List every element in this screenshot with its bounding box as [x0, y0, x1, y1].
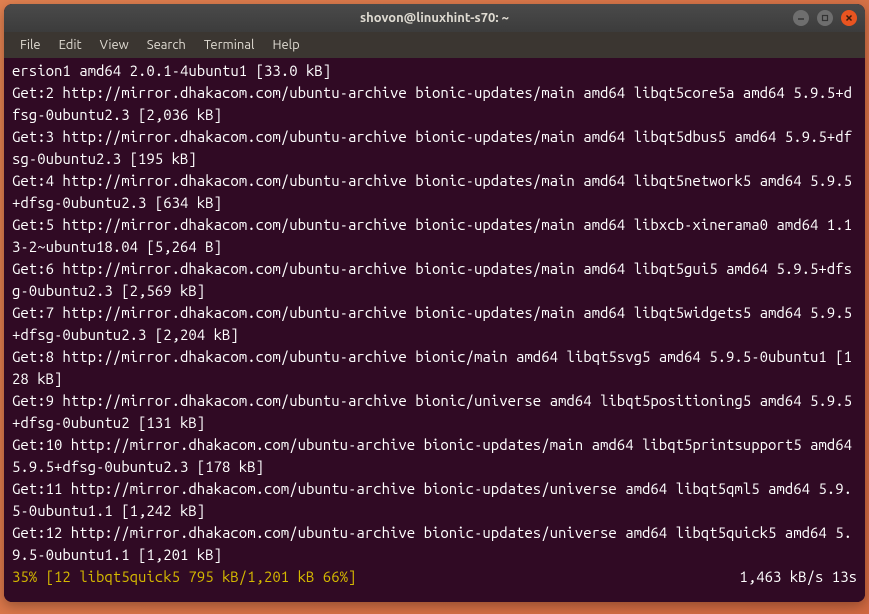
- menubar: File Edit View Search Terminal Help: [4, 32, 865, 58]
- menu-file[interactable]: File: [12, 34, 49, 56]
- window-controls: [793, 10, 857, 26]
- output-line: Get:7 http://mirror.dhakacom.com/ubuntu-…: [12, 304, 852, 343]
- menu-terminal[interactable]: Terminal: [196, 34, 263, 56]
- output-line: Get:9 http://mirror.dhakacom.com/ubuntu-…: [12, 392, 852, 431]
- close-button[interactable]: [841, 10, 857, 26]
- minimize-button[interactable]: [793, 10, 809, 26]
- output-line: Get:12 http://mirror.dhakacom.com/ubuntu…: [12, 524, 852, 563]
- minimize-icon: [797, 14, 805, 22]
- titlebar: shovon@linuxhint-s70: ~: [4, 4, 865, 32]
- terminal-window: shovon@linuxhint-s70: ~ File Edit View S…: [4, 4, 865, 602]
- progress-speed: 1,463 kB/s 13s: [739, 566, 857, 588]
- menu-help[interactable]: Help: [264, 34, 307, 56]
- menu-search[interactable]: Search: [139, 34, 194, 56]
- progress-status: 35% [12 libqt5quick5 795 kB/1,201 kB 66%…: [12, 566, 356, 588]
- output-line: ersion1 amd64 2.0.1-4ubuntu1 [33.0 kB]: [12, 62, 331, 79]
- window-title: shovon@linuxhint-s70: ~: [360, 11, 509, 25]
- menu-view[interactable]: View: [92, 34, 137, 56]
- maximize-button[interactable]: [817, 10, 833, 26]
- output-line: Get:2 http://mirror.dhakacom.com/ubuntu-…: [12, 84, 852, 123]
- terminal-output[interactable]: ersion1 amd64 2.0.1-4ubuntu1 [33.0 kB] G…: [4, 58, 865, 602]
- output-line: Get:6 http://mirror.dhakacom.com/ubuntu-…: [12, 260, 852, 299]
- output-line: Get:11 http://mirror.dhakacom.com/ubuntu…: [12, 480, 852, 519]
- close-icon: [845, 14, 853, 22]
- output-line: Get:5 http://mirror.dhakacom.com/ubuntu-…: [12, 216, 852, 255]
- menu-edit[interactable]: Edit: [51, 34, 90, 56]
- output-line: Get:4 http://mirror.dhakacom.com/ubuntu-…: [12, 172, 852, 211]
- output-line: Get:8 http://mirror.dhakacom.com/ubuntu-…: [12, 348, 852, 387]
- output-line: Get:3 http://mirror.dhakacom.com/ubuntu-…: [12, 128, 852, 167]
- maximize-icon: [821, 14, 829, 22]
- output-line: Get:10 http://mirror.dhakacom.com/ubuntu…: [12, 436, 860, 475]
- progress-line: 35% [12 libqt5quick5 795 kB/1,201 kB 66%…: [12, 566, 857, 588]
